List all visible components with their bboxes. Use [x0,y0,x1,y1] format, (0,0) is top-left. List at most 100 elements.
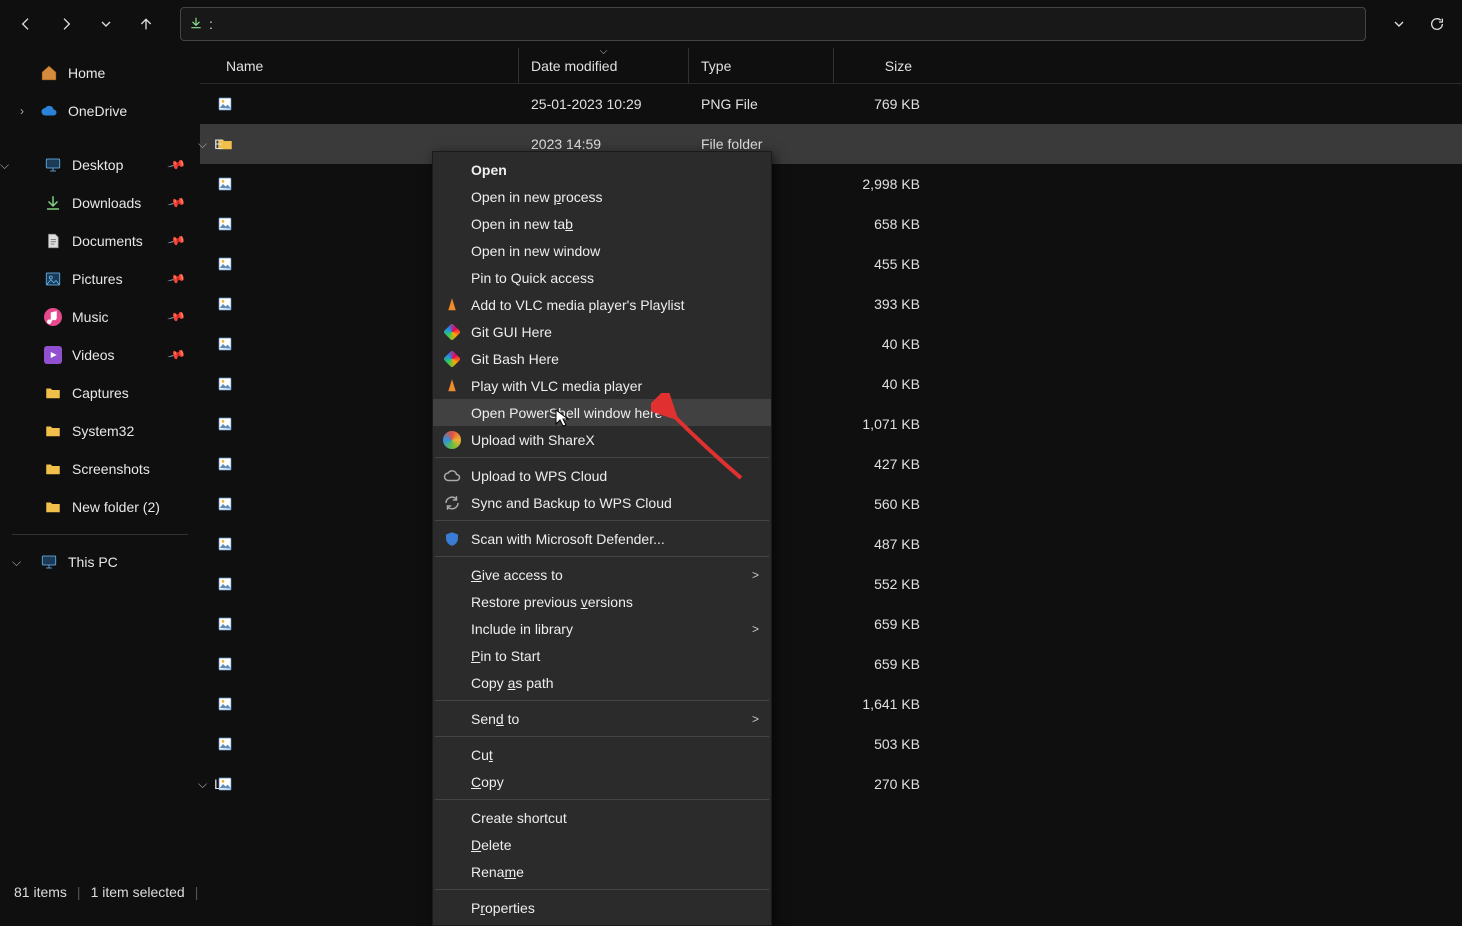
address-dropdown[interactable] [1382,7,1416,41]
cell-size: 40 KB [834,336,924,352]
menu-item[interactable]: Open [433,156,771,183]
menu-item-label: Add to VLC media player's Playlist [471,297,685,313]
table-row[interactable]: 2023 01:22PNG File503 KB [200,724,1462,764]
menu-separator [435,799,769,800]
group-chevron-icon[interactable]: ⌵ [198,137,207,152]
menu-item[interactable]: Git GUI Here [433,318,771,345]
image-icon [214,456,236,472]
pin-icon: 📌 [167,307,187,327]
table-row[interactable]: ⌵2023 16:12PNG File270 KBL [200,764,1462,804]
table-row[interactable]: 2023 03:13PNG File427 KB [200,444,1462,484]
menu-item[interactable]: Pin to Quick access [433,264,771,291]
menu-item[interactable]: Upload with ShareX [433,426,771,453]
sidebar-item-label: Downloads [72,195,141,211]
sidebar-item[interactable]: New folder (2) [0,488,200,526]
table-row[interactable]: 2023 02:01PNG File552 KB [200,564,1462,604]
sidebar-item[interactable]: Pictures 📌 [0,260,200,298]
column-name[interactable]: Name [214,48,519,83]
menu-item-label: Scan with Microsoft Defender... [471,531,665,547]
column-size[interactable]: Size [834,48,924,83]
column-type[interactable]: Type [689,48,834,83]
submenu-arrow-icon: > [752,622,759,636]
sidebar-home-label: Home [68,65,105,81]
table-row[interactable]: 2023 06:26PNG File40 KB [200,364,1462,404]
table-row[interactable]: ⌵2023 14:59File folderE [200,124,1462,164]
menu-item[interactable]: Play with VLC media player [433,372,771,399]
cloud-icon [40,102,58,120]
table-row[interactable]: 2023 01:42PNG File659 KB [200,644,1462,684]
sidebar-item[interactable]: Captures [0,374,200,412]
menu-item[interactable]: Open in new process [433,183,771,210]
menu-item[interactable]: Restore previous versions [433,588,771,615]
sidebar-item[interactable]: Videos📌 [0,336,200,374]
menu-item[interactable]: Give access to> [433,561,771,588]
menu-item[interactable]: Open in new tab [433,210,771,237]
menu-item[interactable]: Pin to Start [433,642,771,669]
menu-item[interactable]: Delete [433,831,771,858]
pin-icon: 📌 [167,345,187,365]
chevron-down-icon: ⌵ [0,158,9,173]
downloads-icon [189,16,203,33]
menu-item[interactable]: Include in library > [433,615,771,642]
sidebar-onedrive[interactable]: › OneDrive [0,92,200,130]
forward-button[interactable] [48,6,84,42]
menu-item[interactable]: Send to> [433,705,771,732]
table-row[interactable]: 2023 06:46PNG File455 KB [200,244,1462,284]
sidebar-item[interactable]: Downloads 📌 [0,184,200,222]
image-icon [214,416,236,432]
menu-item[interactable]: Add to VLC media player's Playlist [433,291,771,318]
menu-item-label: Upload with ShareX [471,432,595,448]
menu-item[interactable]: Properties [433,894,771,921]
recent-dropdown[interactable] [88,6,124,42]
menu-item[interactable]: Git Bash Here [433,345,771,372]
menu-item[interactable]: Copy [433,768,771,795]
table-row[interactable]: 2023 06:26PNG File393 KB [200,284,1462,324]
table-row[interactable]: 2023 18:52JPG File2,998 KB [200,164,1462,204]
menu-item[interactable]: Scan with Microsoft Defender... [433,525,771,552]
menu-item-label: Open in new window [471,243,600,259]
address-bar[interactable]: : [180,7,1366,41]
table-row[interactable]: 2023 02:17PNG File487 KB [200,524,1462,564]
sidebar-item[interactable]: ⌵Desktop📌 [0,146,200,184]
folder-icon [44,422,62,440]
menu-item[interactable]: Copy as path [433,669,771,696]
table-row[interactable]: 25-01-2023 10:29PNG File769 KB [200,84,1462,124]
group-chevron-icon[interactable]: ⌵ [198,777,207,792]
sidebar-item[interactable]: System32 [0,412,200,450]
sidebar-item[interactable]: Screenshots [0,450,200,488]
menu-item[interactable]: Open PowerShell window here [433,399,771,426]
sidebar-item[interactable]: Music📌 [0,298,200,336]
cell-date: 25-01-2023 10:29 [519,96,689,112]
sidebar-home[interactable]: Home [0,54,200,92]
table-row[interactable]: 2023 01:41PNG File1,641 KB [200,684,1462,724]
menu-item-label: Include in library [471,621,573,637]
cell-size: 427 KB [834,456,924,472]
doc-icon [44,232,62,250]
table-row[interactable]: 2023 01:42PNG File659 KB [200,604,1462,644]
back-button[interactable] [8,6,44,42]
menu-item[interactable]: Cut [433,741,771,768]
table-row[interactable]: 2023 02:47PNG File560 KB [200,484,1462,524]
menu-item[interactable]: Create shortcut [433,804,771,831]
menu-item-label: Pin to Quick access [471,270,594,286]
cell-size: 487 KB [834,536,924,552]
menu-item[interactable]: Sync and Backup to WPS Cloud [433,489,771,516]
video-icon [44,346,62,364]
table-row[interactable]: 2023 03:40PNG File1,071 KB [200,404,1462,444]
menu-item[interactable]: Upload to WPS Cloud [433,462,771,489]
table-row[interactable]: 2023 07:07PNG File658 KB [200,204,1462,244]
pin-icon: 📌 [167,193,187,213]
menu-item[interactable]: Rename [433,858,771,885]
table-row[interactable]: 2023 06:26PNG File40 KB [200,324,1462,364]
up-button[interactable] [128,6,164,42]
menu-item[interactable]: Open in new window [433,237,771,264]
refresh-button[interactable] [1420,7,1454,41]
sidebar-thispc[interactable]: ⌵ This PC [0,543,200,581]
sidebar-item[interactable]: Documents📌 [0,222,200,260]
column-date[interactable]: ⌵ Date modified [519,48,689,83]
pin-icon: 📌 [167,269,187,289]
sidebar-item-label: Pictures [72,271,123,287]
menu-separator [435,457,769,458]
home-icon [40,64,58,82]
sharex-icon [443,431,461,449]
